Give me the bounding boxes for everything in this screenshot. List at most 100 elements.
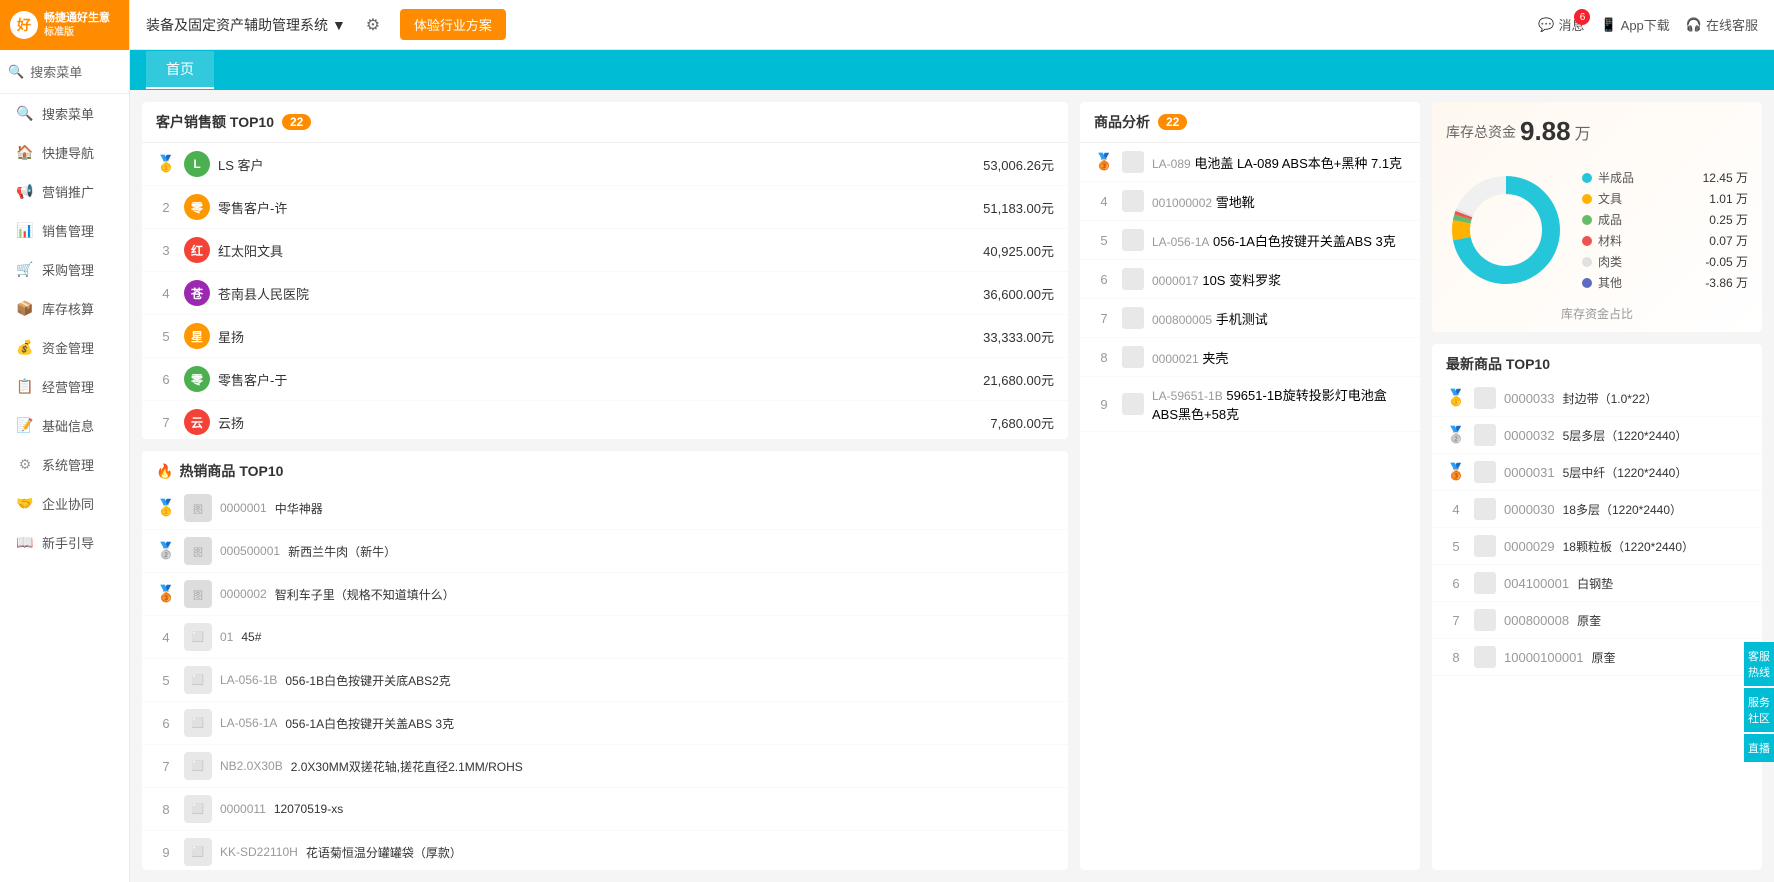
float-service-button[interactable]: 客服热线 <box>1744 642 1774 686</box>
legend-label: 文具 <box>1598 190 1703 207</box>
mobile-icon: 📱 <box>1600 17 1616 33</box>
app-download-button[interactable]: 📱 App下载 <box>1600 15 1669 34</box>
notification-button[interactable]: 💬 消息 6 <box>1538 15 1584 34</box>
list-item: 4 0000030 18多层（1220*2440） <box>1432 491 1762 528</box>
customer-amount: 53,006.26元 <box>983 155 1054 174</box>
notification-badge: 6 <box>1574 9 1590 25</box>
list-item: 🥇 0000033 封边带（1.0*22） <box>1432 380 1762 417</box>
product-placeholder: ⬜ <box>184 623 212 651</box>
legend-item: 材料 0.07 万 <box>1582 232 1748 249</box>
legend-value: 0.07 万 <box>1709 232 1748 249</box>
product-name: 056-1A白色按键开关盖ABS 3克 <box>1213 234 1396 249</box>
product-name: 手机测试 <box>1216 312 1268 327</box>
main-area: 装备及固定资产辅助管理系统 ▼ ⚙ 体验行业方案 💬 消息 6 📱 App下载 … <box>130 0 1774 882</box>
list-item: 6 004100001 白钢垫 <box>1432 565 1762 602</box>
inventory-amount: 9.88 <box>1520 116 1571 147</box>
search-menu-button[interactable]: 🔍 搜索菜单 <box>8 58 121 85</box>
sidebar-item-enterprise[interactable]: 🤝 企业协同 <box>0 484 129 523</box>
new-product-thumb <box>1474 387 1496 409</box>
sidebar-item-sales[interactable]: 📊 销售管理 <box>0 211 129 250</box>
new-products-title: 最新商品 TOP10 <box>1432 344 1762 380</box>
list-item: 🥈 0000032 5层多层（1220*2440） <box>1432 417 1762 454</box>
system-title-dropdown[interactable]: 装备及固定资产辅助管理系统 ▼ <box>146 15 346 35</box>
legend-item: 其他 -3.86 万 <box>1582 274 1748 291</box>
legend-item: 肉类 -0.05 万 <box>1582 253 1748 270</box>
list-item: 🥇 图 0000001 中华神器 <box>142 487 1068 530</box>
product-code: 000500001 <box>220 544 280 558</box>
float-service-button[interactable]: 服务社区 <box>1744 688 1774 732</box>
rank-num: 6 <box>1094 272 1114 287</box>
new-products-list: 🥇 0000033 封边带（1.0*22） 🥈 0000032 5层多层（122… <box>1432 380 1762 680</box>
new-product-code: 0000032 <box>1504 428 1555 443</box>
product-placeholder: ⬜ <box>184 838 212 866</box>
recently-sold-info: LA-089 电池盖 LA-089 ABS本色+黑种 7.1克 <box>1152 153 1402 172</box>
purchase-icon: 🛒 <box>16 261 34 279</box>
product-name: 雪地靴 <box>1216 195 1255 210</box>
trial-button[interactable]: 体验行业方案 <box>400 9 506 40</box>
new-product-name: 白钢垫 <box>1577 575 1748 592</box>
left-panel: 客户销售额 TOP10 22 🥇 L LS 客户 53,006.26元 2 零 … <box>142 102 1068 870</box>
legend-item: 成品 0.25 万 <box>1582 211 1748 228</box>
list-item: 8 10000100001 原奎 <box>1432 639 1762 676</box>
sidebar-label-purchase: 采购管理 <box>42 260 94 279</box>
legend-value: 12.45 万 <box>1703 169 1748 186</box>
system-icon: ⚙ <box>16 456 34 474</box>
float-service-button[interactable]: 直播 <box>1744 734 1774 762</box>
sidebar-item-marketing[interactable]: 📢 营销推广 <box>0 172 129 211</box>
new-product-code: 000800008 <box>1504 613 1569 628</box>
sidebar-search-section[interactable]: 🔍 搜索菜单 <box>0 50 129 94</box>
product-placeholder: ⬜ <box>184 666 212 694</box>
donut-section: 半成品 12.45 万 文具 1.01 万 成品 0.25 万 材料 0.07 … <box>1432 161 1762 299</box>
guide-icon: 📖 <box>16 534 34 552</box>
rank-num: 7 <box>1094 311 1114 326</box>
nav-tabs: 首页 <box>130 50 1774 90</box>
middle-panel: 商品分析 22 🥉 LA-089 电池盖 LA-089 ABS本色+黑种 7.1… <box>1080 102 1420 870</box>
rank-num: 4 <box>156 286 176 301</box>
online-service-button[interactable]: 🎧 在线客服 <box>1686 15 1758 34</box>
settings-button[interactable]: ⚙ <box>358 10 388 40</box>
customer-name: 云扬 <box>218 413 982 432</box>
sidebar-item-operations[interactable]: 📋 经营管理 <box>0 367 129 406</box>
hot-products-card: 🔥 热销商品 TOP10 🥇 图 0000001 中华神器 🥈 图 000500… <box>142 451 1068 870</box>
sidebar-item-system[interactable]: ⚙ 系统管理 <box>0 445 129 484</box>
donut-chart <box>1446 170 1566 290</box>
logo-icon: 好 <box>10 11 38 39</box>
rank-num: 8 <box>1446 650 1466 665</box>
headset-icon: 🎧 <box>1686 17 1702 33</box>
sidebar-item-quick-nav[interactable]: 🏠 快捷导航 <box>0 133 129 172</box>
sidebar-item-purchase[interactable]: 🛒 采购管理 <box>0 250 129 289</box>
customer-avatar: 云 <box>184 409 210 435</box>
product-name: 10S 变料罗浆 <box>1202 273 1281 288</box>
sidebar-label-search: 搜索菜单 <box>42 104 94 123</box>
sidebar-item-finance[interactable]: 💰 资金管理 <box>0 328 129 367</box>
product-name: 夹壳 <box>1202 351 1228 366</box>
new-product-name: 18颗粒板（1220*2440） <box>1563 538 1748 555</box>
product-name: 056-1B白色按键开关底ABS2克 <box>285 672 450 689</box>
table-row: 🥇 L LS 客户 53,006.26元 <box>142 143 1068 186</box>
sidebar-item-search[interactable]: 🔍 搜索菜单 <box>0 94 129 133</box>
sidebar-item-basics[interactable]: 📝 基础信息 <box>0 406 129 445</box>
legend-item: 文具 1.01 万 <box>1582 190 1748 207</box>
table-row: 7 云 云扬 7,680.00元 <box>142 401 1068 439</box>
recently-sold-info: 0000021 夹壳 <box>1152 348 1228 367</box>
new-product-thumb <box>1474 424 1496 446</box>
sidebar-item-guide[interactable]: 📖 新手引导 <box>0 523 129 562</box>
sidebar-label-enterprise: 企业协同 <box>42 494 94 513</box>
new-product-code: 0000029 <box>1504 539 1555 554</box>
legend-label: 成品 <box>1598 211 1703 228</box>
topbar: 装备及固定资产辅助管理系统 ▼ ⚙ 体验行业方案 💬 消息 6 📱 App下载 … <box>130 0 1774 50</box>
tab-home[interactable]: 首页 <box>146 51 214 89</box>
product-code: LA-056-1A <box>220 716 277 730</box>
recently-sold-list: 🥉 LA-089 电池盖 LA-089 ABS本色+黑种 7.1克 4 0010… <box>1080 143 1420 432</box>
product-name: 2.0X30MM双搓花轴,搓花直径2.1MM/ROHS <box>291 758 523 775</box>
customer-amount: 40,925.00元 <box>983 241 1054 260</box>
sidebar-item-inventory[interactable]: 📦 库存核算 <box>0 289 129 328</box>
legend-dot <box>1582 215 1592 225</box>
sidebar-nav: 🔍 搜索菜单🏠 快捷导航📢 营销推广📊 销售管理🛒 采购管理📦 库存核算💰 资金… <box>0 94 129 562</box>
rank-num: 6 <box>156 372 176 387</box>
finance-icon: 💰 <box>16 339 34 357</box>
new-product-code: 10000100001 <box>1504 650 1584 665</box>
list-item: 5 ⬜ LA-056-1B 056-1B白色按键开关底ABS2克 <box>142 659 1068 702</box>
product-name: 12070519-xs <box>274 802 343 816</box>
customer-name: LS 客户 <box>218 155 975 174</box>
